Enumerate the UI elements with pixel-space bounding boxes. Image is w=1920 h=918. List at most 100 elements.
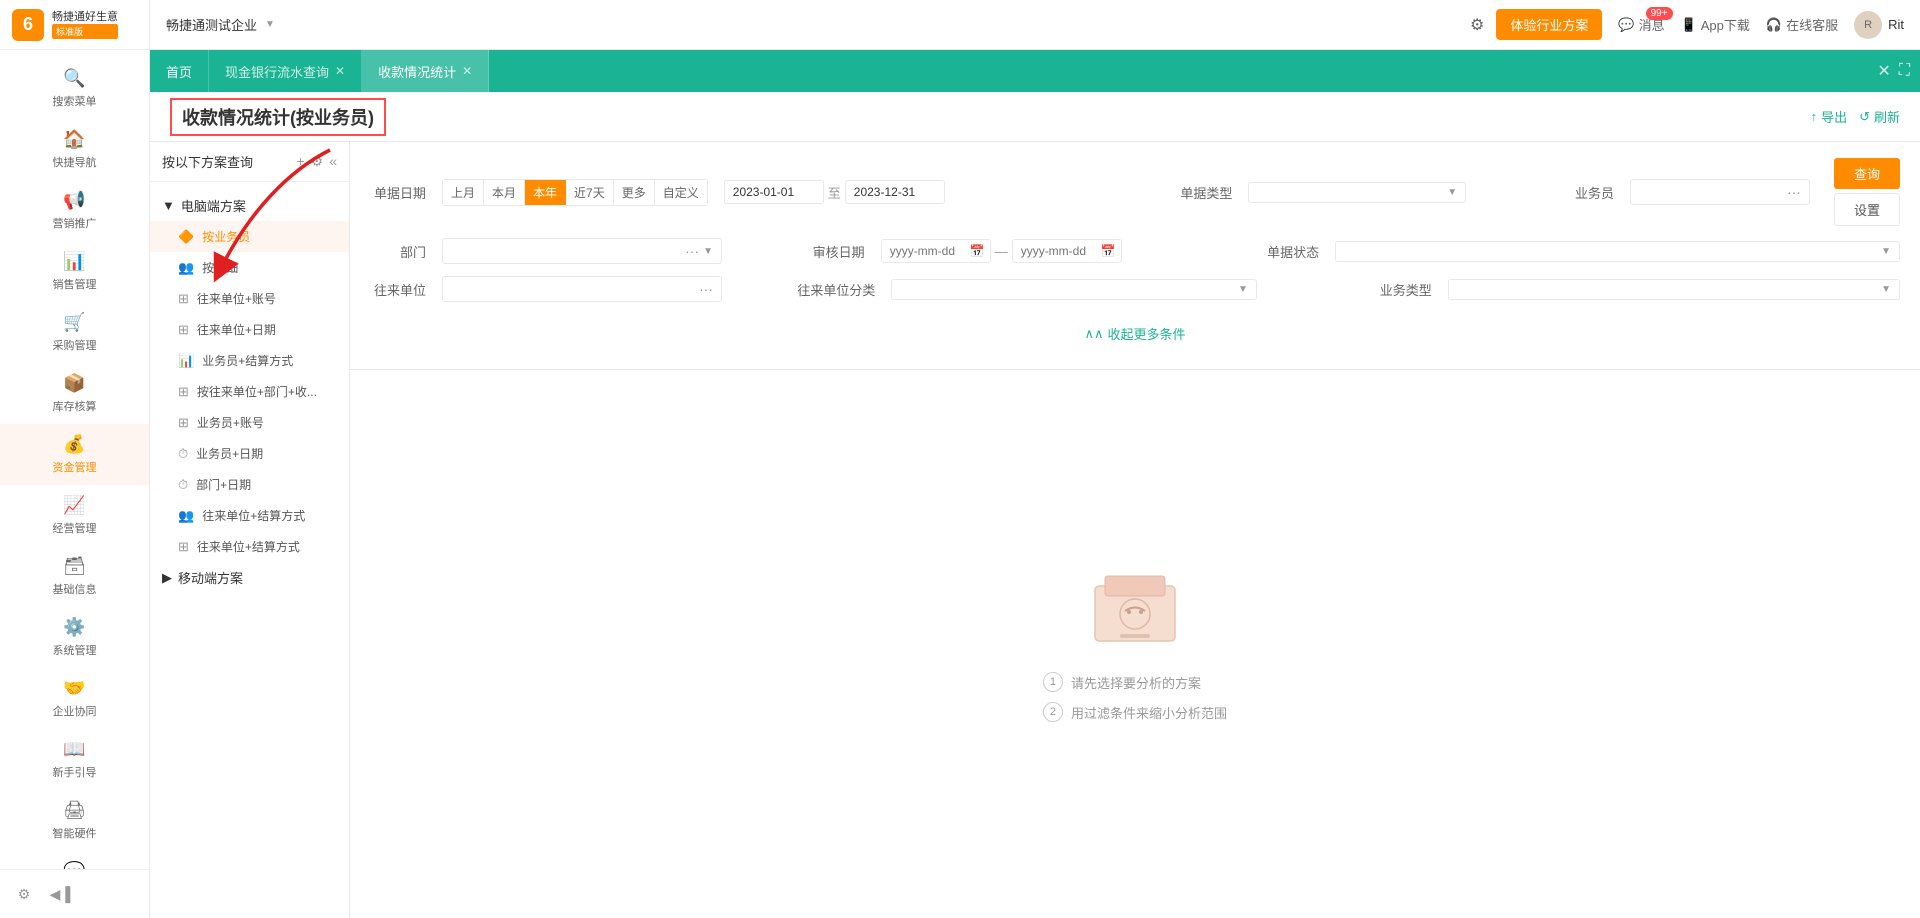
salesman-dots[interactable]: ··· xyxy=(1787,184,1801,200)
sidebar-item-quick-nav[interactable]: 🏠 快捷导航 xyxy=(0,119,149,180)
settings-button[interactable]: 设置 xyxy=(1834,193,1900,226)
tab-fullscreen-btn[interactable]: ⛶ xyxy=(1899,62,1910,80)
scheme-item-by-detail[interactable]: 👥 按明细 xyxy=(150,252,349,283)
refresh-button[interactable]: ↺ 刷新 xyxy=(1859,107,1900,126)
content-area: 按以下方案查询 + ⚙ « ▼ 电脑端方案 🔶 按业务 xyxy=(150,142,1920,918)
operation-icon: 📈 xyxy=(63,495,85,516)
sidebar-item-sales[interactable]: 📊 销售管理 xyxy=(0,241,149,302)
top-bar-right: 💬 消息 99+ 📱 App下载 🎧 在线客服 R Rit xyxy=(1618,11,1904,39)
scheme-item-icon: 👥 xyxy=(178,508,194,524)
chevron-down-icon: ▼ xyxy=(162,198,175,213)
counterpart-dots[interactable]: ··· xyxy=(699,281,713,297)
query-button[interactable]: 查询 xyxy=(1834,158,1900,189)
sidebar-item-marketing[interactable]: 📢 营销推广 xyxy=(0,180,149,241)
dept-dots: ··· xyxy=(685,243,699,259)
date-tab-this-year[interactable]: 本年 xyxy=(525,180,566,205)
step-num-2: 2 xyxy=(1043,702,1063,722)
tab-collection-stat-close[interactable]: ✕ xyxy=(462,64,472,78)
scheme-item-label: 往来单位+账号 xyxy=(197,290,276,307)
search-icon: 🔍 xyxy=(63,68,85,89)
message-icon: 💬 xyxy=(1618,17,1634,33)
settings-bottom-btn[interactable]: ⚙ xyxy=(10,880,38,908)
settings-icon[interactable]: ⚙ xyxy=(1470,15,1484,35)
counterpart-select[interactable]: ··· xyxy=(442,276,722,302)
sidebar-item-wechat[interactable]: 💬 企业微信 xyxy=(0,851,149,869)
scheme-item-salesman-payment[interactable]: 📊 业务员+结算方式 xyxy=(150,345,349,376)
filter-row-3: 往来单位 ··· 往来单位分类 ▼ 业务类型 ▼ xyxy=(370,276,1900,302)
tab-bar: 首页 现金银行流水查询 ✕ 收款情况统计 ✕ ✕ ⛶ xyxy=(150,50,1920,92)
date-tab-this-month[interactable]: 本月 xyxy=(484,180,525,205)
sidebar-item-operation[interactable]: 📈 经营管理 xyxy=(0,485,149,546)
date-from-input[interactable] xyxy=(724,180,824,204)
date-tab-last-7days[interactable]: 近7天 xyxy=(566,180,614,205)
sidebar-item-enterprise[interactable]: 🤝 企业协同 xyxy=(0,668,149,729)
trial-button[interactable]: 体验行业方案 xyxy=(1496,9,1602,40)
sidebar-item-label: 销售管理 xyxy=(53,276,97,292)
calendar-icon-left[interactable]: 📅 xyxy=(970,244,985,258)
scheme-group-desktop-header[interactable]: ▼ 电脑端方案 xyxy=(150,190,349,221)
calendar-icon-right[interactable]: 📅 xyxy=(1101,244,1116,258)
scheme-settings-btn[interactable]: ⚙ xyxy=(311,153,324,170)
sidebar-item-search[interactable]: 🔍 搜索菜单 xyxy=(0,58,149,119)
sidebar-item-hardware[interactable]: 🖨 智能硬件 xyxy=(0,790,149,851)
refresh-label: 刷新 xyxy=(1874,107,1900,126)
date-to-input[interactable] xyxy=(845,180,945,204)
scheme-item-counterpart-date[interactable]: ⊞ 往来单位+日期 xyxy=(150,314,349,345)
sidebar-item-purchase[interactable]: 🛒 采购管理 xyxy=(0,302,149,363)
counterpart-category-select[interactable]: ▼ xyxy=(891,279,1256,300)
scheme-item-by-salesman[interactable]: 🔶 按业务员 xyxy=(150,221,349,252)
chevron-right-icon: ▶ xyxy=(162,570,172,586)
scheme-item-salesman-account[interactable]: ⊞ 业务员+账号 xyxy=(150,407,349,438)
online-service-button[interactable]: 🎧 在线客服 xyxy=(1766,15,1838,34)
scheme-item-dept-date[interactable]: ⏱ 部门+日期 xyxy=(150,469,349,500)
sidebar-item-basic[interactable]: 🗃 基础信息 xyxy=(0,546,149,607)
scheme-item-counterpart-dept[interactable]: ⊞ 按往来单位+部门+收... xyxy=(150,376,349,407)
scheme-item-counterpart-payment2[interactable]: ⊞ 往来单位+结算方式 xyxy=(150,531,349,562)
sidebar-item-inventory[interactable]: 📦 库存核算 xyxy=(0,363,149,424)
scheme-item-icon: ⊞ xyxy=(178,291,189,307)
message-badge: 99+ xyxy=(1646,7,1673,20)
refresh-icon: ↺ xyxy=(1859,109,1870,125)
add-scheme-btn[interactable]: + xyxy=(296,153,304,170)
dept-select[interactable]: ··· ▼ xyxy=(442,238,722,264)
app-download-label: App下载 xyxy=(1701,15,1750,34)
tab-bank-flow-close[interactable]: ✕ xyxy=(335,64,345,78)
enterprise-icon: 🤝 xyxy=(63,678,85,699)
date-tab-last-month[interactable]: 上月 xyxy=(443,180,484,205)
user-profile[interactable]: R Rit xyxy=(1854,11,1904,39)
scheme-item-counterpart-payment1[interactable]: 👥 往来单位+结算方式 xyxy=(150,500,349,531)
sidebar-item-capital[interactable]: 💰 资金管理 xyxy=(0,424,149,485)
app-download-button[interactable]: 📱 App下载 xyxy=(1681,15,1750,34)
scheme-group-desktop-label: 电脑端方案 xyxy=(181,196,246,215)
message-button[interactable]: 💬 消息 99+ xyxy=(1618,15,1664,34)
date-tab-more[interactable]: 更多 xyxy=(614,180,655,205)
bill-status-label: 单据状态 xyxy=(1263,242,1319,261)
tab-bank-flow[interactable]: 现金银行流水查询 ✕ xyxy=(209,50,362,92)
salesman-select[interactable]: ··· xyxy=(1630,179,1810,205)
workspace-dropdown-arrow[interactable]: ▼ xyxy=(265,19,275,30)
collapse-filter-btn[interactable]: ∧∧ 收起更多条件 xyxy=(370,314,1900,353)
collapse-panel-btn[interactable]: « xyxy=(329,153,337,170)
collapse-sidebar-btn[interactable]: ◀▐ xyxy=(46,880,74,908)
tab-collection-stat[interactable]: 收款情况统计 ✕ xyxy=(362,50,489,92)
bill-status-select[interactable]: ▼ xyxy=(1335,241,1900,262)
empty-step-1: 1 请先选择要分析的方案 xyxy=(1043,672,1227,692)
sidebar-item-label: 库存核算 xyxy=(53,398,97,414)
scheme-group-mobile-header[interactable]: ▶ 移动端方案 xyxy=(150,562,349,593)
export-button[interactable]: ↑ 导出 xyxy=(1811,107,1848,126)
tab-close-all-btn[interactable]: ✕ xyxy=(1877,61,1890,81)
sidebar-item-system[interactable]: ⚙️ 系统管理 xyxy=(0,607,149,668)
app-logo: 6 畅捷通好生意 标准版 xyxy=(0,0,149,50)
scheme-item-salesman-date[interactable]: ⏱ 业务员+日期 xyxy=(150,438,349,469)
bill-type-select[interactable]: ▼ xyxy=(1248,182,1466,203)
empty-step-2: 2 用过滤条件来缩小分析范围 xyxy=(1043,702,1227,722)
top-bar: 畅捷通测试企业 ▼ ⚙ 体验行业方案 💬 消息 99+ 📱 App下载 🎧 在线… xyxy=(150,0,1920,50)
scheme-item-counterpart-account[interactable]: ⊞ 往来单位+账号 xyxy=(150,283,349,314)
inventory-icon: 📦 xyxy=(63,373,85,394)
business-type-select[interactable]: ▼ xyxy=(1448,279,1900,300)
date-tab-custom[interactable]: 自定义 xyxy=(655,180,707,205)
sidebar-item-guide[interactable]: 📖 新手引导 xyxy=(0,729,149,790)
tab-home[interactable]: 首页 xyxy=(150,50,209,92)
sidebar-item-label: 企业协同 xyxy=(53,703,97,719)
tab-bank-flow-label: 现金银行流水查询 xyxy=(225,62,329,81)
